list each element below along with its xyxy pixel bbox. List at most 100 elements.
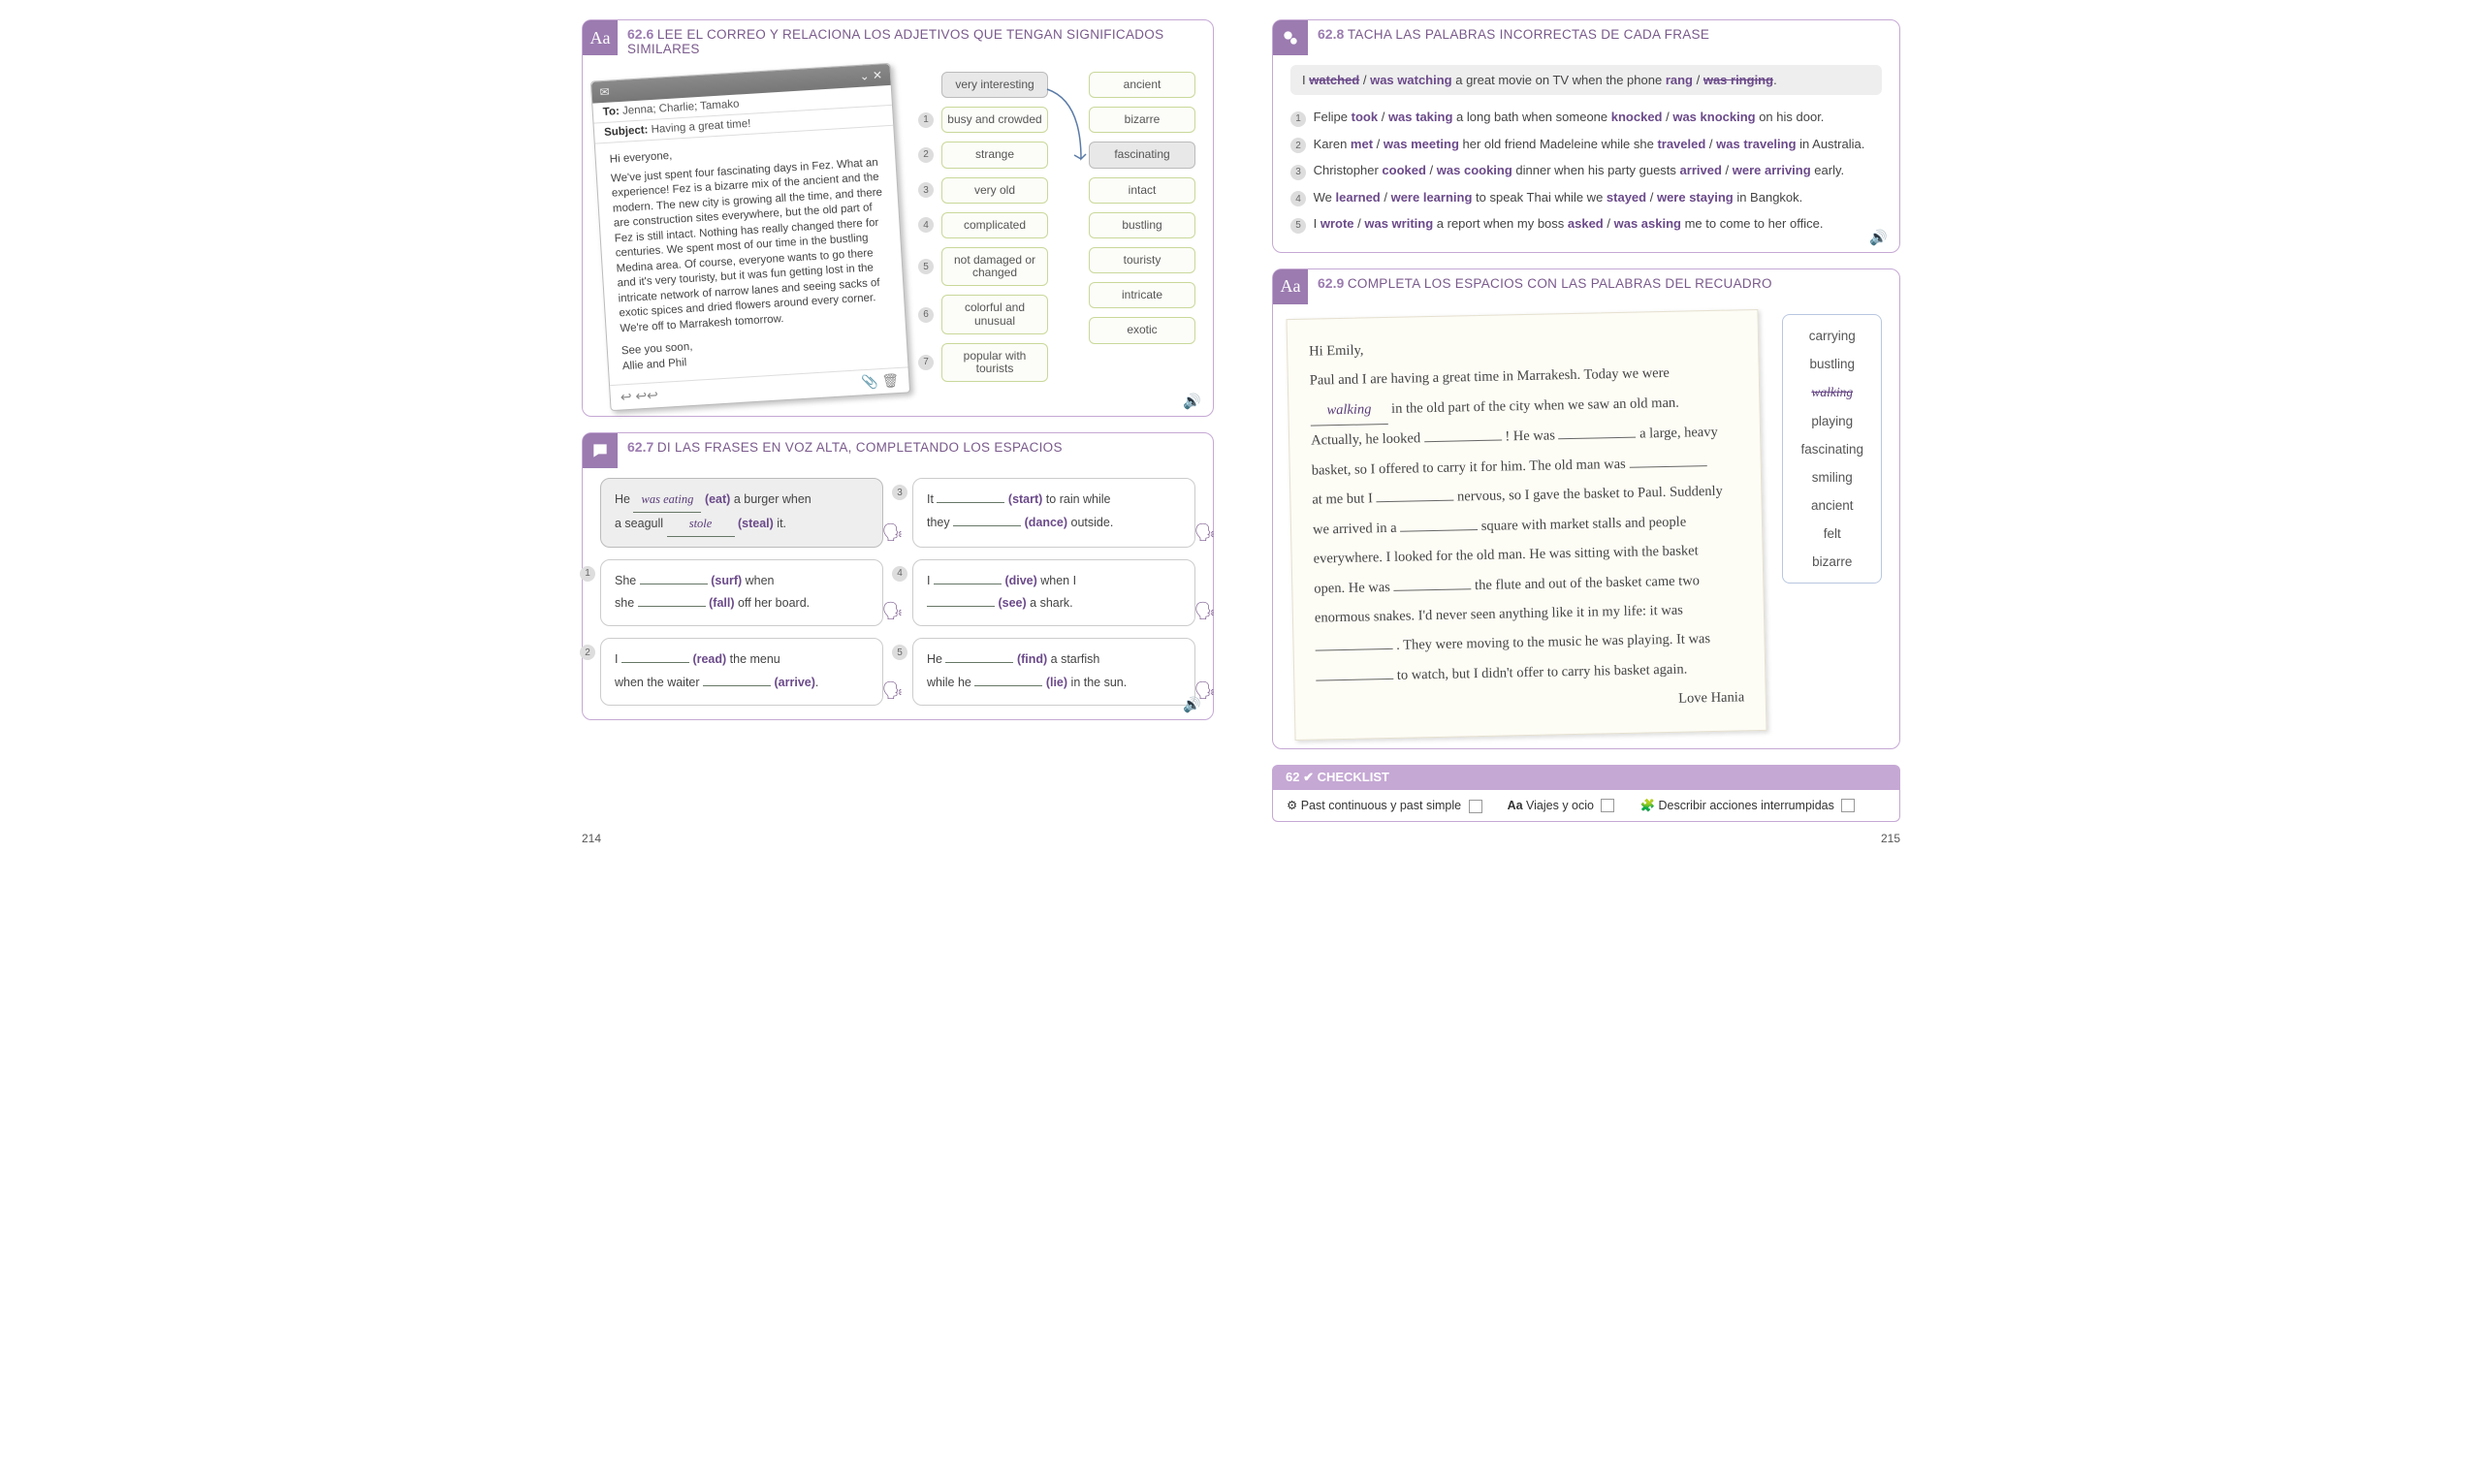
- exercise-62-9: Aa 62.9 COMPLETA LOS ESPACIOS CON LAS PA…: [1272, 268, 1900, 750]
- exercise-title: LEE EL CORREO Y RELACIONA LOS ADJETIVOS …: [627, 27, 1163, 56]
- attachment-icon: 📎: [861, 373, 878, 390]
- match-box[interactable]: bustling: [1089, 212, 1195, 238]
- word-bank: carrying bustling walking playing fascinatin…: [1782, 314, 1882, 584]
- exercise-number: 62.9: [1318, 275, 1344, 291]
- match-box[interactable]: very old: [941, 177, 1048, 204]
- aa-badge-icon: Aa: [583, 20, 618, 55]
- page-number: 215: [1881, 832, 1900, 845]
- trash-icon: 🗑: [881, 372, 900, 389]
- checklist: 62 ✔ CHECKLIST ⚙ Past continuous y past …: [1272, 765, 1900, 822]
- left-column: very interesting 1busy and crowded 2stra…: [918, 72, 1048, 382]
- speech-item: He was eating (eat) a burger whena seagu…: [600, 478, 883, 548]
- match-box[interactable]: popular with tourists: [941, 343, 1048, 382]
- head-speak-icon: 🗣: [881, 516, 904, 549]
- match-box[interactable]: intact: [1089, 177, 1195, 204]
- audio-icon[interactable]: 🔊: [1869, 229, 1888, 246]
- exercise-title: DI LAS FRASES EN VOZ ALTA, COMPLETANDO L…: [657, 440, 1063, 455]
- aa-badge-icon: Aa: [1273, 269, 1308, 304]
- head-speak-icon: 🗣: [881, 674, 904, 707]
- exercise-title: COMPLETA LOS ESPACIOS CON LAS PALABRAS D…: [1348, 276, 1772, 291]
- exercise-62-6: Aa 62.6 LEE EL CORREO Y RELACIONA LOS AD…: [582, 19, 1214, 417]
- exercise-title: TACHA LAS PALABRAS INCORRECTAS DE CADA F…: [1348, 27, 1709, 42]
- blank[interactable]: [1559, 436, 1637, 439]
- blank[interactable]: [1394, 587, 1472, 590]
- sentence-line: 1 Felipe took / was taking a long bath w…: [1290, 105, 1882, 132]
- blank[interactable]: [1400, 528, 1478, 531]
- match-box[interactable]: not damaged or changed: [941, 247, 1048, 286]
- match-box[interactable]: complicated: [941, 212, 1048, 238]
- speech-badge-icon: [583, 433, 618, 468]
- arrow-icon: [1042, 81, 1091, 178]
- gear-badge-icon: [1273, 20, 1308, 55]
- bank-word[interactable]: ancient: [1811, 498, 1854, 513]
- exercise-62-7: 62.7 DI LAS FRASES EN VOZ ALTA, COMPLETA…: [582, 432, 1214, 720]
- email-card: ✉⌄ ✕ To: Jenna; Charlie; Tamako Subject:…: [590, 63, 910, 412]
- sentence-line: 3 Christopher cooked / was cooking dinne…: [1290, 158, 1882, 185]
- audio-icon[interactable]: 🔊: [1183, 696, 1201, 713]
- speech-item: 4I (dive) when I (see) a shark.🗣: [912, 559, 1195, 627]
- page-number: 214: [582, 832, 601, 845]
- audio-icon[interactable]: 🔊: [1183, 393, 1201, 410]
- blank[interactable]: [703, 685, 771, 686]
- filled-blank: walking: [1310, 394, 1388, 426]
- sentence-line: 2 Karen met / was meeting her old friend…: [1290, 132, 1882, 159]
- match-box[interactable]: intricate: [1089, 282, 1195, 308]
- blank[interactable]: [1377, 499, 1454, 502]
- close-icon: ✕: [873, 68, 883, 82]
- chevron-down-icon: ⌄: [859, 69, 870, 83]
- blank[interactable]: [1629, 464, 1706, 467]
- blank[interactable]: was eating: [633, 489, 701, 513]
- blank[interactable]: [945, 662, 1013, 663]
- sentence-line: 5 I wrote / was writing a report when my…: [1290, 211, 1882, 238]
- mail-icon: ✉: [599, 85, 610, 100]
- speech-item: 1She (surf) whenshe (fall) off her board…: [600, 559, 883, 627]
- speech-item: 3It (start) to rain whilethey (dance) ou…: [912, 478, 1195, 548]
- bank-word[interactable]: walking: [1811, 385, 1853, 400]
- blank[interactable]: stole: [667, 513, 735, 537]
- speech-item: 2I (read) the menuwhen the waiter (arriv…: [600, 638, 883, 706]
- example-sentence: I watched / was watching a great movie o…: [1290, 65, 1882, 95]
- reply-icon: ↩: [620, 389, 632, 405]
- checkbox[interactable]: [1841, 799, 1855, 812]
- head-speak-icon: 🗣: [1193, 594, 1216, 627]
- sentence-line: 4 We learned / were learning to speak Th…: [1290, 185, 1882, 212]
- match-box[interactable]: colorful and unusual: [941, 295, 1048, 333]
- bank-word[interactable]: carrying: [1809, 329, 1856, 343]
- checkbox[interactable]: [1469, 800, 1482, 813]
- head-speak-icon: 🗣: [881, 594, 904, 627]
- reply-all-icon: ↩↩: [635, 387, 658, 403]
- blank[interactable]: [927, 606, 995, 607]
- bank-word[interactable]: bustling: [1809, 357, 1855, 371]
- exercise-number: 62.7: [627, 439, 653, 455]
- bank-word[interactable]: smiling: [1812, 470, 1853, 485]
- blank[interactable]: [953, 525, 1021, 526]
- match-box[interactable]: exotic: [1089, 317, 1195, 343]
- blank[interactable]: [1316, 678, 1393, 680]
- bank-word[interactable]: bizarre: [1812, 554, 1852, 569]
- speech-item: 5He (find) a starfishwhile he (lie) in t…: [912, 638, 1195, 706]
- blank[interactable]: [1424, 439, 1502, 442]
- bank-word[interactable]: felt: [1824, 526, 1841, 541]
- blank[interactable]: [937, 502, 1004, 503]
- exercise-number: 62.8: [1318, 26, 1344, 42]
- blank[interactable]: [1316, 648, 1393, 651]
- match-box[interactable]: busy and crowded: [941, 107, 1048, 133]
- head-speak-icon: 🗣: [1193, 516, 1216, 549]
- bank-word[interactable]: playing: [1811, 414, 1853, 428]
- match-box[interactable]: touristy: [1089, 247, 1195, 273]
- match-box[interactable]: very interesting: [941, 72, 1048, 98]
- exercise-number: 62.6: [627, 26, 653, 42]
- blank[interactable]: [621, 662, 689, 663]
- bank-word[interactable]: fascinating: [1800, 442, 1863, 457]
- match-box[interactable]: fascinating: [1089, 142, 1195, 168]
- puzzle-icon: 🧩: [1639, 799, 1655, 812]
- blank[interactable]: [638, 606, 706, 607]
- right-column: ancient bizarre fascinating intact bustl…: [1089, 72, 1195, 344]
- match-box[interactable]: ancient: [1089, 72, 1195, 98]
- letter-card: Hi Emily, Paul and I are having a great …: [1287, 308, 1767, 740]
- gear-icon: ⚙: [1287, 799, 1297, 812]
- blank[interactable]: [974, 685, 1042, 686]
- match-box[interactable]: bizarre: [1089, 107, 1195, 133]
- checkbox[interactable]: [1601, 799, 1614, 812]
- match-box[interactable]: strange: [941, 142, 1048, 168]
